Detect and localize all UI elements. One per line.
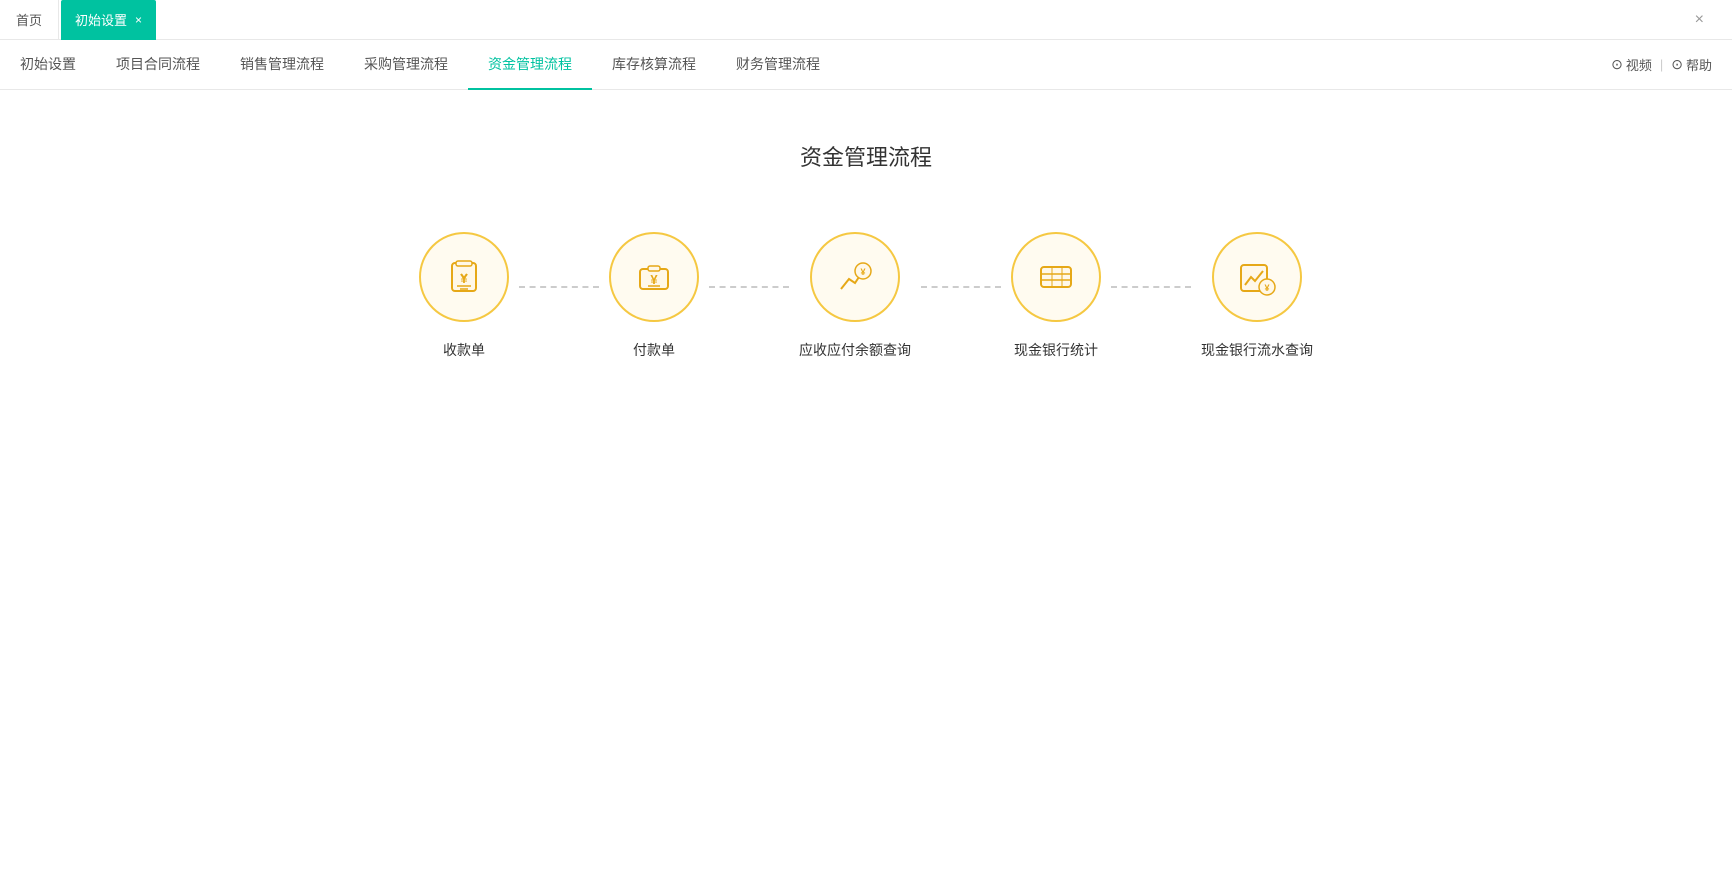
svg-text:¥: ¥ <box>860 267 865 277</box>
svg-text:¥: ¥ <box>1264 283 1269 293</box>
connector-1 <box>519 286 599 306</box>
flow-item-shoukundan[interactable]: ¥ 收款单 <box>419 232 509 360</box>
nav-item-kucunhesuan[interactable]: 库存核算流程 <box>592 40 716 90</box>
video-label: 视频 <box>1626 55 1652 74</box>
flow-label-liushui: 现金银行流水查询 <box>1201 340 1313 360</box>
active-tab-label: 初始设置 <box>75 10 127 29</box>
connector-4 <box>1111 286 1191 306</box>
active-tab[interactable]: 初始设置 × <box>61 0 156 40</box>
flow-circle-liushui: ¥ <box>1212 232 1302 322</box>
dotted-line-3 <box>921 286 1001 288</box>
question-circle-icon: ⊙ <box>1671 56 1683 73</box>
svg-text:¥: ¥ <box>650 272 658 287</box>
flow-label-yushouyufu: 应收应付余额查询 <box>799 340 911 360</box>
bank-stats-icon <box>1034 255 1078 299</box>
flow-label-xianjin: 现金银行统计 <box>1014 340 1098 360</box>
help-item[interactable]: ⊙ 帮助 <box>1671 55 1712 74</box>
help-label: 帮助 <box>1686 55 1712 74</box>
receipt-icon: ¥ <box>442 255 486 299</box>
nav-divider: | <box>1660 57 1663 72</box>
flow-circle-xianjin <box>1011 232 1101 322</box>
nav-item-caiwuguanli[interactable]: 财务管理流程 <box>716 40 840 90</box>
flow-circle-shoukundan: ¥ <box>419 232 509 322</box>
dotted-line-2 <box>709 286 789 288</box>
flow-item-yushouyufu[interactable]: ¥ 应收应付余额查询 <box>799 232 911 360</box>
nav-item-zijinguanli[interactable]: 资金管理流程 <box>468 40 592 90</box>
home-tab[interactable]: 首页 <box>0 0 59 40</box>
nav-item-caigouguanli[interactable]: 采购管理流程 <box>344 40 468 90</box>
close-tab-icon[interactable]: × <box>135 13 142 27</box>
connector-3 <box>921 286 1001 306</box>
flow-circle-yushouyufu: ¥ <box>810 232 900 322</box>
nav-bar: 初始设置 项目合同流程 销售管理流程 采购管理流程 资金管理流程 库存核算流程 … <box>0 40 1732 90</box>
play-circle-icon: ⊙ <box>1611 56 1623 73</box>
main-content: 资金管理流程 ¥ 收款单 <box>0 90 1732 360</box>
connector-2 <box>709 286 789 306</box>
flow-row: ¥ 收款单 ¥ <box>419 232 1313 360</box>
dotted-line-4 <box>1111 286 1191 288</box>
flow-circle-fukundan: ¥ <box>609 232 699 322</box>
payment-icon: ¥ <box>632 255 676 299</box>
close-window-icon[interactable]: × <box>1687 11 1712 29</box>
dotted-line-1 <box>519 286 599 288</box>
nav-item-xiangmuhetong[interactable]: 项目合同流程 <box>96 40 220 90</box>
flow-item-liushui[interactable]: ¥ 现金银行流水查询 <box>1201 232 1313 360</box>
flow-label-fukundan: 付款单 <box>633 340 675 360</box>
page-title: 资金管理流程 <box>800 140 932 172</box>
nav-item-xiaoshouguanli[interactable]: 销售管理流程 <box>220 40 344 90</box>
nav-right: ⊙ 视频 | ⊙ 帮助 <box>1611 55 1712 74</box>
flow-item-xianjin[interactable]: 现金银行统计 <box>1011 232 1101 360</box>
flow-item-fukundan[interactable]: ¥ 付款单 <box>609 232 699 360</box>
balance-icon: ¥ <box>833 255 877 299</box>
bank-flow-icon: ¥ <box>1235 255 1279 299</box>
flow-label-shoukundan: 收款单 <box>443 340 485 360</box>
top-bar: 首页 初始设置 × × <box>0 0 1732 40</box>
top-right-area: × <box>1687 11 1732 29</box>
nav-item-chushishezhi[interactable]: 初始设置 <box>20 40 96 90</box>
video-help-item[interactable]: ⊙ 视频 <box>1611 55 1652 74</box>
